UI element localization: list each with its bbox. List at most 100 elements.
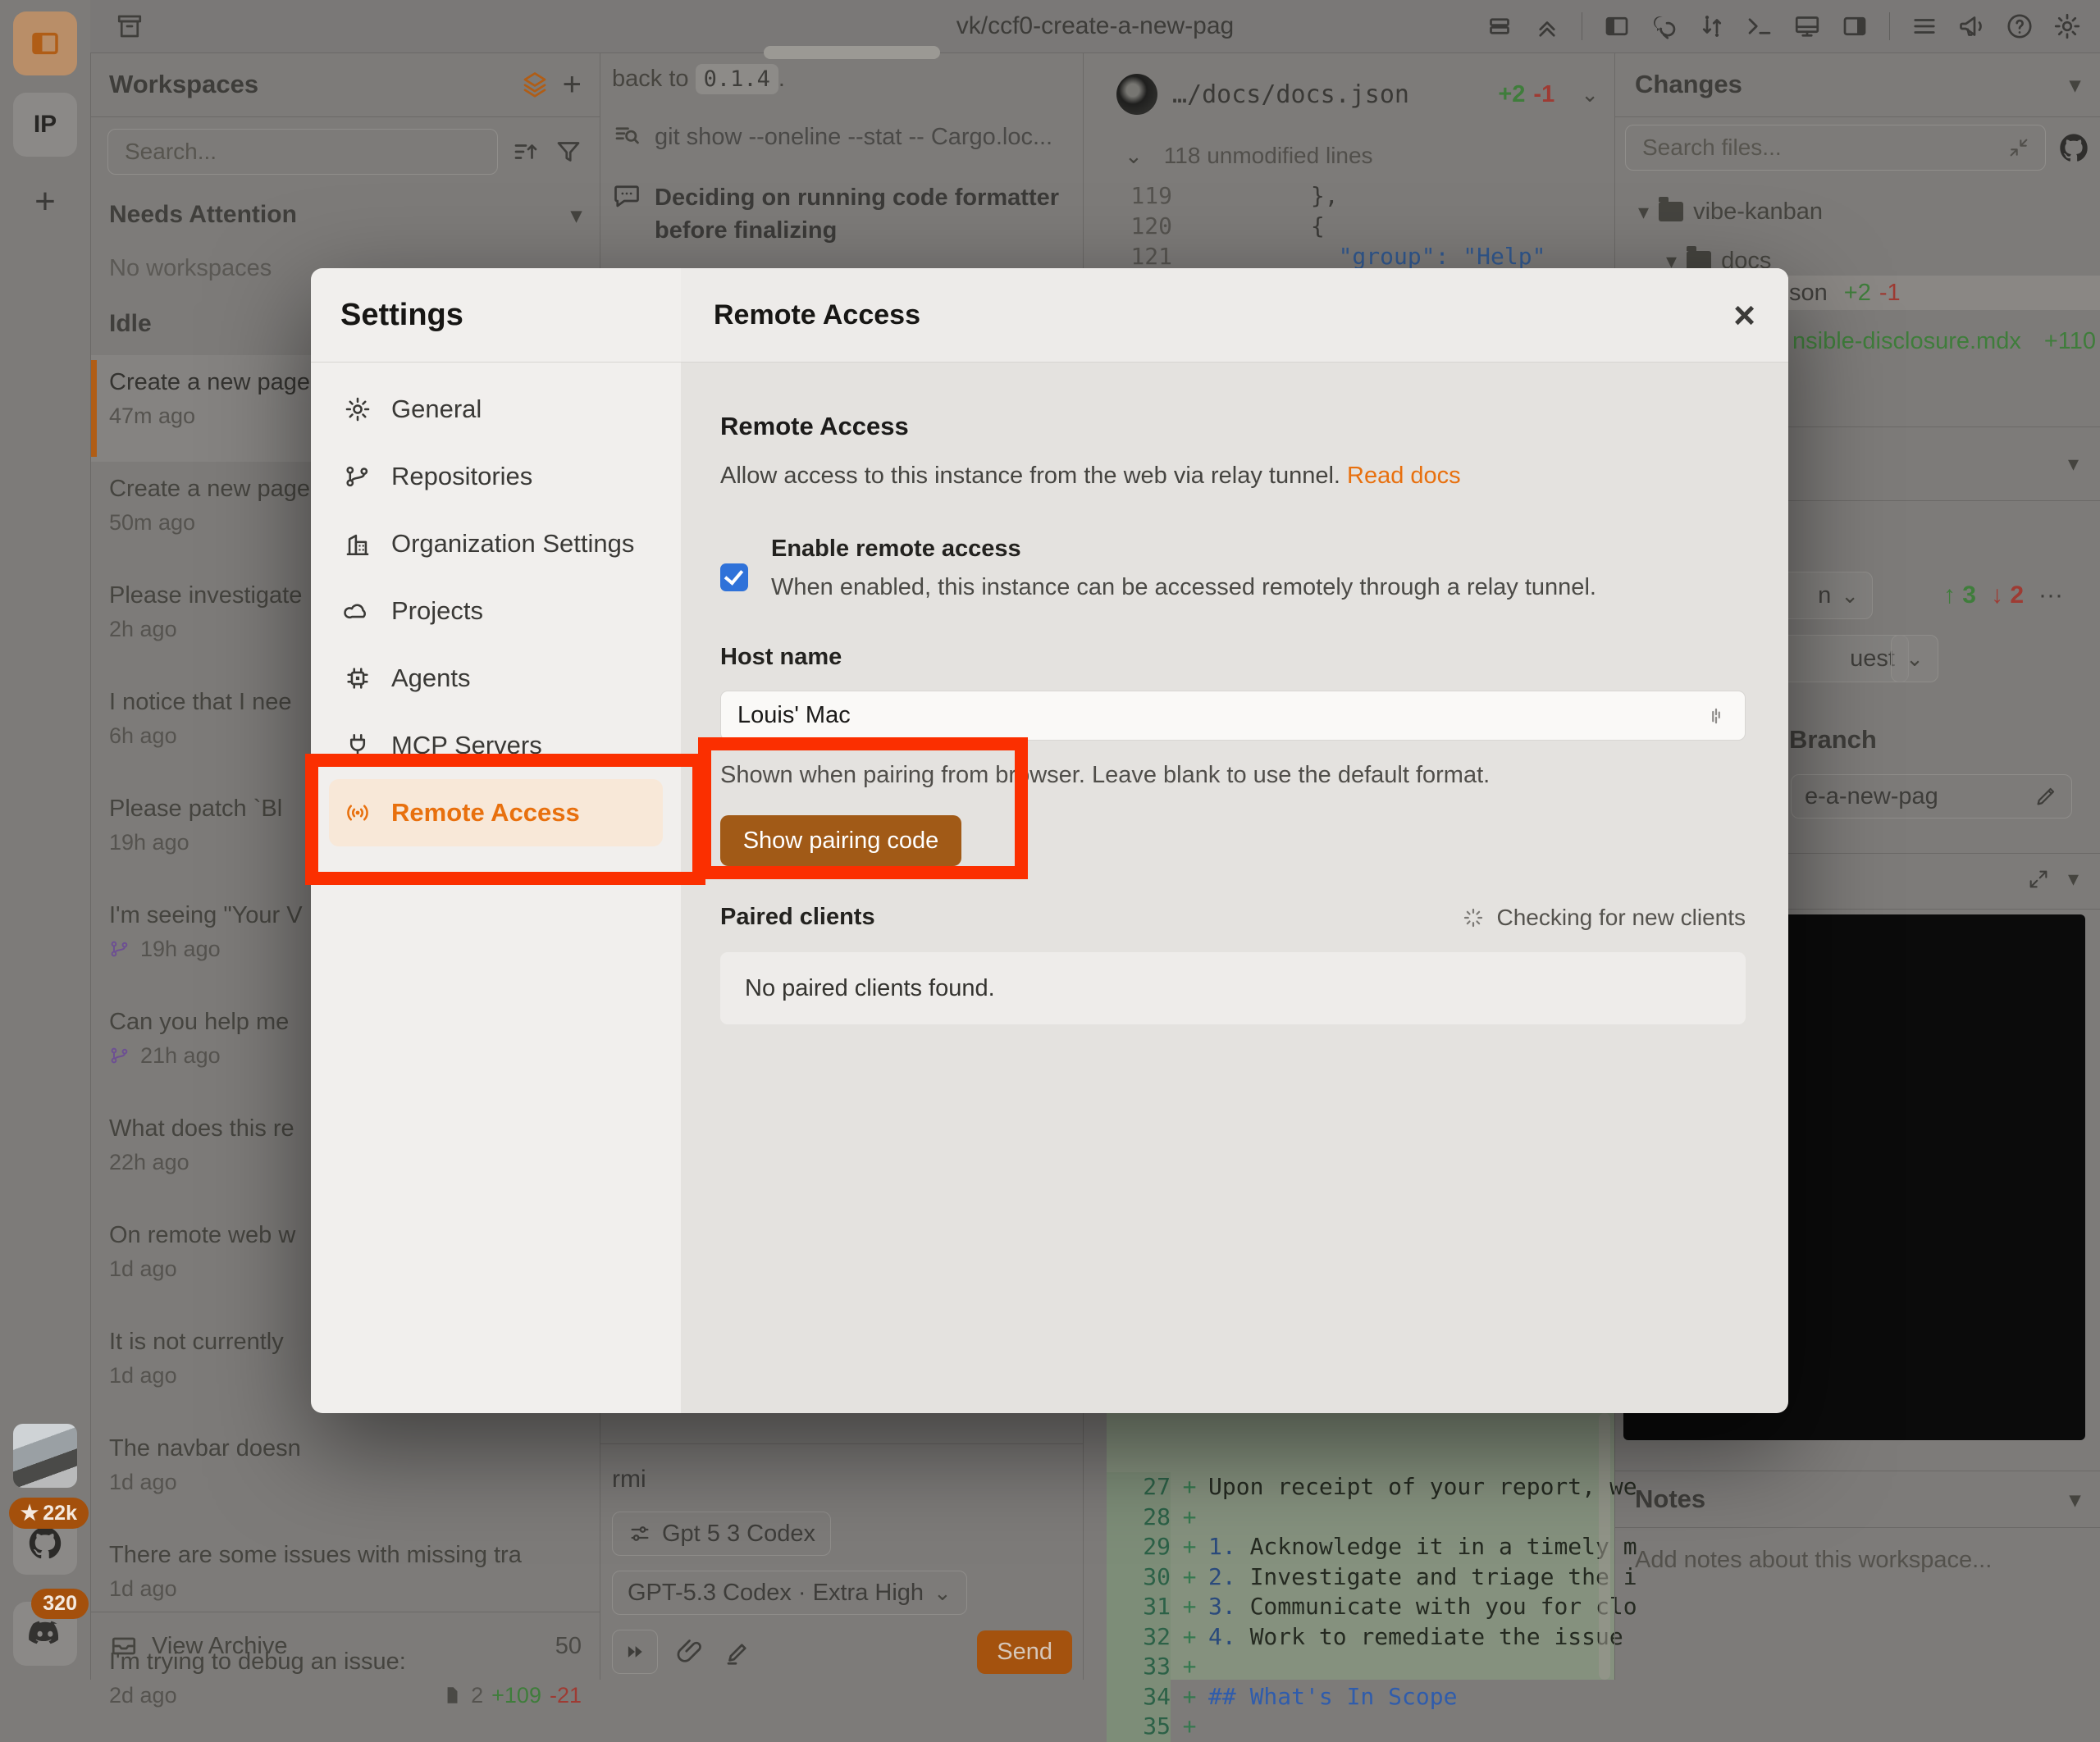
discord-button[interactable]: 320 xyxy=(13,1602,77,1666)
titlebar: vk/ccf0-create-a-new-pag xyxy=(90,0,2100,53)
toggle-right-panel-button[interactable] xyxy=(1837,8,1873,44)
settings-title: Settings xyxy=(311,268,681,363)
terminal-icon xyxy=(1745,11,1774,41)
search-input[interactable] xyxy=(123,138,482,166)
settings-nav-item[interactable]: Projects xyxy=(329,577,663,645)
file-search-box[interactable] xyxy=(1625,125,2046,171)
terminal-button[interactable] xyxy=(1742,8,1778,44)
feedback-button[interactable] xyxy=(1954,8,1990,44)
chevron-down-icon[interactable]: ▾ xyxy=(2068,451,2079,477)
enable-remote-access-label: Enable remote access xyxy=(771,536,1596,563)
conversations-button[interactable] xyxy=(1646,8,1682,44)
archive-count: 50 xyxy=(555,1633,582,1660)
pr-dropdown-button[interactable]: ⌄ xyxy=(1891,635,1938,682)
scrollbar-thumb[interactable] xyxy=(764,46,940,59)
settings-nav-item[interactable]: Agents xyxy=(329,645,663,712)
timestamp: 22h ago xyxy=(109,1146,189,1179)
monitor-icon xyxy=(1792,11,1822,41)
add-workspace-button[interactable]: + xyxy=(13,170,77,234)
settings-modal: Settings General Repositories Organizati… xyxy=(311,268,1788,1413)
workspace-search-box[interactable] xyxy=(107,129,498,175)
notes-header[interactable]: Notes ▾ xyxy=(1615,1471,2100,1528)
plus-icon: + xyxy=(34,184,56,220)
scrollbar[interactable] xyxy=(1599,1413,1610,1680)
collapse-icon[interactable] xyxy=(2007,136,2030,159)
timestamp: 50m ago xyxy=(109,506,195,539)
show-pairing-code-button[interactable]: Show pairing code xyxy=(720,815,961,866)
panel-right-icon xyxy=(1840,11,1869,41)
model-select[interactable]: GPT-5.3 Codex · Extra High ⌄ xyxy=(612,1571,967,1615)
settings-nav-item[interactable]: MCP Servers xyxy=(329,712,663,779)
github-icon[interactable] xyxy=(2057,131,2090,164)
section-needs-attention[interactable]: Needs Attention ▾ xyxy=(91,186,600,244)
spinner-icon xyxy=(1461,905,1486,930)
search-files-input[interactable] xyxy=(1641,134,2007,162)
archive-box-button[interactable] xyxy=(112,8,148,44)
chevron-down-icon[interactable]: ⌄ xyxy=(1581,82,1599,107)
unmodified-toggle[interactable]: ⌄ 118 unmodified lines xyxy=(1084,115,1615,169)
archive-tray-icon xyxy=(109,1631,139,1661)
expand-icon[interactable] xyxy=(2027,868,2050,891)
diff-stats: 2 +109 -21 xyxy=(441,1679,582,1712)
diff-file-header[interactable]: …/docs/docs.json +2 -1 ⌄ xyxy=(1084,52,1615,115)
hostname-field[interactable]: Louis' Mac xyxy=(720,691,1746,741)
timestamp: 1d ago xyxy=(109,1466,177,1498)
settings-nav-item[interactable]: Repositories xyxy=(329,443,663,510)
filter-icon[interactable] xyxy=(554,137,583,166)
panel-left-icon xyxy=(1602,11,1632,41)
timestamp: 21h ago xyxy=(140,1039,221,1072)
layers-icon[interactable] xyxy=(520,70,550,99)
chevron-down-icon: ▾ xyxy=(571,203,582,228)
read-docs-link[interactable]: Read docs xyxy=(1347,463,1461,489)
pen-icon[interactable] xyxy=(724,1637,753,1667)
cursor-bars-icon xyxy=(1704,704,1728,728)
github-button[interactable]: ★22k xyxy=(13,1511,77,1575)
enable-remote-access-checkbox[interactable] xyxy=(720,563,748,591)
new-workspace-button[interactable]: + xyxy=(563,68,582,101)
git-compare-button[interactable] xyxy=(1694,8,1730,44)
notes-input[interactable]: Add notes about this workspace... xyxy=(1635,1547,1992,1574)
divider xyxy=(1889,12,1890,40)
status-row[interactable]: Deciding on running code formatterbefore… xyxy=(612,181,1072,247)
changes-header[interactable]: Changes ▾ xyxy=(1615,52,2100,117)
rows-icon xyxy=(1485,11,1514,41)
workspaces-layout-tile[interactable] xyxy=(13,11,77,75)
list-item[interactable]: The navbar doesn 1d ago xyxy=(91,1421,600,1528)
megaphone-icon xyxy=(1957,11,1987,41)
view-archive-row[interactable]: View Archive 50 xyxy=(91,1612,600,1680)
star-icon: ★ xyxy=(21,1501,39,1525)
settings-nav-item[interactable]: Remote Access xyxy=(329,779,663,846)
more-options-button[interactable]: ··· xyxy=(2038,581,2063,609)
tree-folder-vibe-kanban[interactable]: ▾ vibe-kanban xyxy=(1615,190,2100,233)
tool-call-row[interactable]: git show --oneline --stat -- Cargo.loc..… xyxy=(612,121,1072,153)
rows-layout-button[interactable] xyxy=(1481,8,1518,44)
fast-forward-button[interactable] xyxy=(612,1630,658,1674)
draft-input[interactable]: rmi xyxy=(612,1466,1072,1493)
toggle-left-panel-button[interactable] xyxy=(1599,8,1635,44)
added-line: 29 + 1. Acknowledge it in a timely m xyxy=(1107,1532,1615,1562)
timestamp: 1d ago xyxy=(109,1572,177,1605)
settings-nav-item[interactable]: Organization Settings xyxy=(329,510,663,577)
paperclip-icon[interactable] xyxy=(676,1637,705,1667)
discord-count-badge: 320 xyxy=(31,1589,89,1619)
json-file-icon xyxy=(1116,74,1157,115)
menu-button[interactable] xyxy=(1906,8,1942,44)
chevron-down-icon[interactable]: ▾ xyxy=(2068,866,2079,892)
pencil-icon[interactable] xyxy=(2034,784,2058,809)
model-chip-button[interactable]: Gpt 5 3 Codex xyxy=(612,1512,831,1556)
preview-button[interactable] xyxy=(1789,8,1825,44)
help-button[interactable] xyxy=(2002,8,2038,44)
added-line: 35 + xyxy=(1107,1712,1615,1742)
collapse-all-button[interactable] xyxy=(1529,8,1565,44)
settings-nav-item[interactable]: General xyxy=(329,376,663,443)
settings-button[interactable] xyxy=(2049,8,2085,44)
send-button[interactable]: Send xyxy=(977,1630,1072,1674)
close-icon[interactable]: × xyxy=(1733,296,1755,334)
timestamp: 2d ago xyxy=(109,1679,177,1712)
timestamp: 19h ago xyxy=(140,933,221,965)
avatar[interactable]: IP xyxy=(13,93,77,157)
branch-name-field[interactable]: e-a-new-pag xyxy=(1791,774,2072,819)
sort-icon[interactable] xyxy=(511,137,541,166)
user-photo-avatar[interactable] xyxy=(13,1424,77,1488)
github-icon xyxy=(26,1524,64,1562)
